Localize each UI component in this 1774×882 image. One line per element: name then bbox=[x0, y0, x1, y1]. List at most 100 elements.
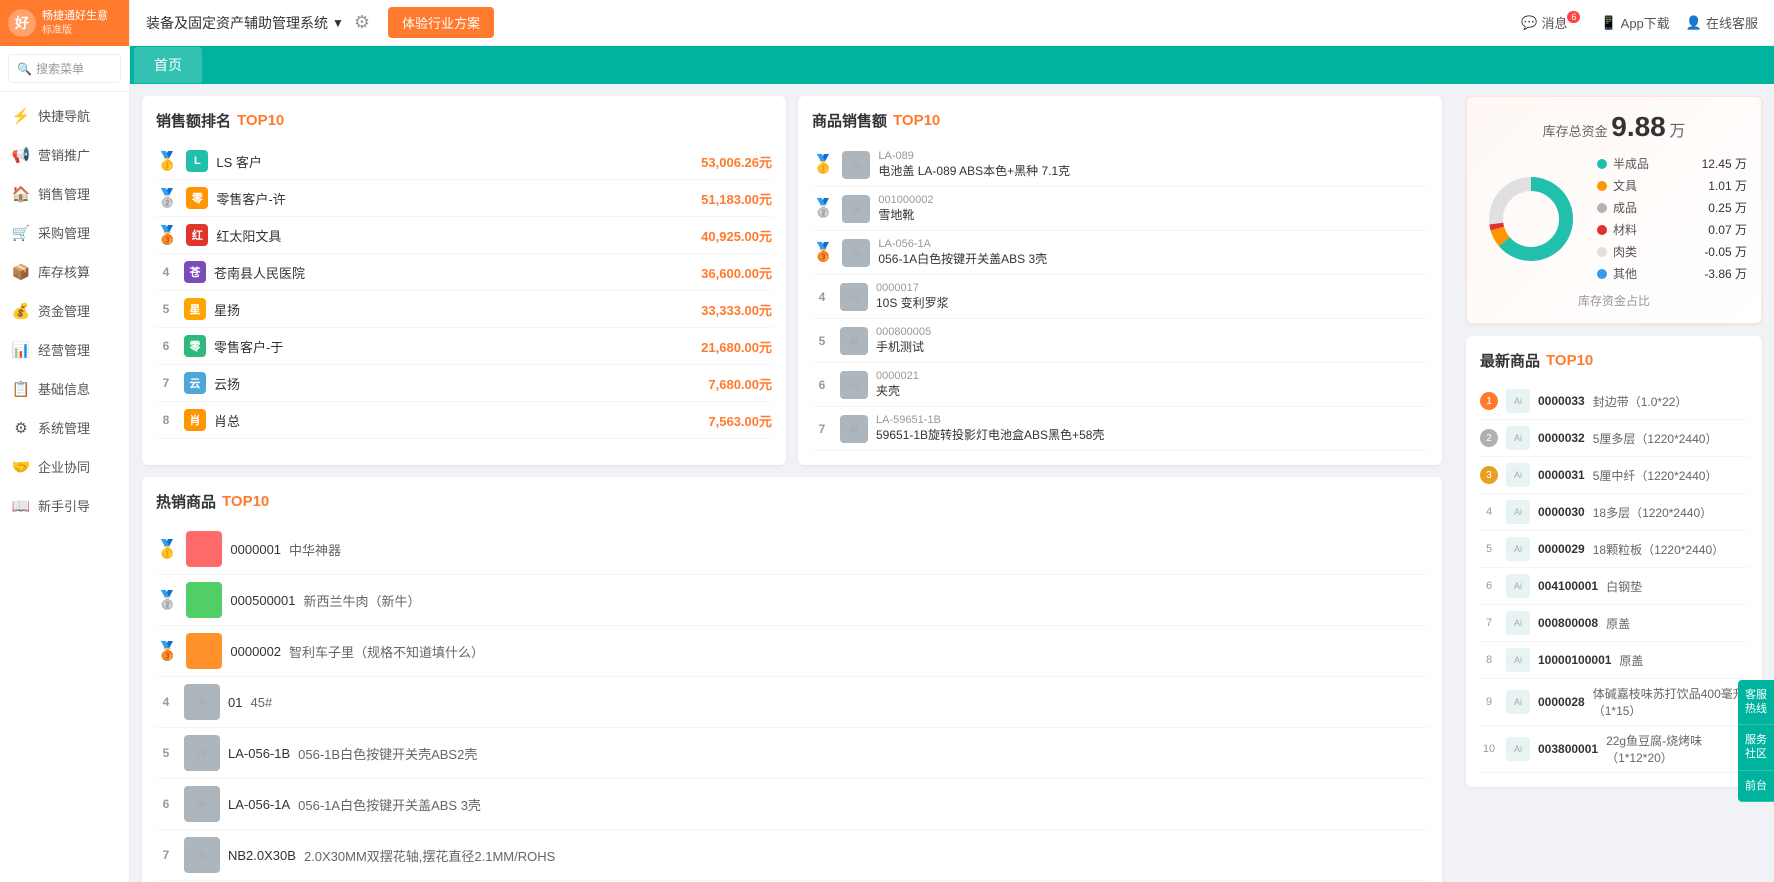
newest-row-10: 10 Ai 003800001 22g鱼豆腐-烧烤味（1*12*20） bbox=[1480, 726, 1748, 773]
app-download-item[interactable]: 📱 App下载 bbox=[1600, 13, 1669, 32]
hot-product-row-5: 5 Ai LA-056-1B 056-1B白色按键开关壳ABS2壳 bbox=[156, 728, 1428, 779]
newest-products-title: 最新商品 TOP10 bbox=[1480, 350, 1748, 371]
system-icon: ⚙ bbox=[12, 419, 30, 437]
customer-rank-row: 6 零 零售客户-于 21,680.00元 bbox=[156, 328, 772, 365]
content-area: 销售额排名 TOP10 🥇 L LS 客户 53,006.26元 🥈 bbox=[130, 84, 1774, 882]
product-thumb: Ai bbox=[842, 239, 870, 267]
newest-row-5: 5 Ai 0000029 18颗粒板（1220*2440） bbox=[1480, 531, 1748, 568]
sidebar-search-section: 🔍 搜索菜单 bbox=[0, 46, 129, 92]
product-sales-row: 4 Ai 0000017 10S 变利罗浆 bbox=[812, 275, 1428, 319]
customer-badge-2: 零 bbox=[186, 187, 208, 209]
newest-row-2: 2 Ai 0000032 5厘多层（1220*2440） bbox=[1480, 420, 1748, 457]
newest-row-7: 7 Ai 000800008 原盖 bbox=[1480, 605, 1748, 642]
newest-thumb-7: Ai bbox=[1506, 611, 1530, 635]
hot-product-row-7: 7 Ai NB2.0X30B 2.0X30MM双摆花轴,摆花直径2.1MM/RO… bbox=[156, 830, 1428, 881]
topbar-right: 💬 消息 6 📱 App下载 👤 在线客服 bbox=[1521, 13, 1758, 32]
legend-dot-finished bbox=[1597, 203, 1607, 213]
hot-product-row-1: 🥇 0000001 中华神器 bbox=[156, 524, 1428, 575]
product-sales-list: 🥇 Ai LA-089 电池盖 LA-089 ABS本色+黑种 7.1克 🥈 A… bbox=[812, 143, 1428, 451]
newest-row-9: 9 Ai 0000028 体碱嘉枝味苏打饮品400毫升（1*15） bbox=[1480, 679, 1748, 726]
sidebar-item-guide[interactable]: 📖 新手引导 bbox=[0, 486, 129, 525]
system-title-dropdown[interactable]: 装备及固定资产辅助管理系统 ▼ bbox=[146, 13, 344, 33]
product-thumb: Ai bbox=[840, 283, 868, 311]
product-thumb: Ai bbox=[842, 151, 870, 179]
product-medal-2: 🥈 bbox=[812, 198, 834, 219]
newest-row-8: 8 Ai 10000100001 原盖 bbox=[1480, 642, 1748, 679]
search-menu-button[interactable]: 🔍 搜索菜单 bbox=[8, 54, 121, 83]
tab-home[interactable]: 首页 bbox=[134, 47, 202, 83]
legend-dot-semifinished bbox=[1597, 159, 1607, 169]
customer-rank-list: 🥇 L LS 客户 53,006.26元 🥈 零 零售客户-许 51,183.0… bbox=[156, 143, 772, 439]
customer-rank-row: 🥇 L LS 客户 53,006.26元 bbox=[156, 143, 772, 180]
customer-rank-row: 4 苍 苍南县人民医院 36,600.00元 bbox=[156, 254, 772, 291]
newest-row-1: 1 Ai 0000033 封边带（1.0*22） bbox=[1480, 383, 1748, 420]
customer-ranking-title: 销售额排名 TOP10 bbox=[156, 110, 772, 131]
search-icon: 🔍 bbox=[17, 62, 32, 76]
legend-item-semifinished: 半成品 12.45 万 bbox=[1597, 155, 1747, 172]
newest-products-card: 最新商品 TOP10 1 Ai 0000033 封边带（1.0*22） 2 Ai… bbox=[1466, 336, 1762, 787]
main-area: 装备及固定资产辅助管理系统 ▼ ⚙ 体验行业方案 💬 消息 6 📱 App下载 … bbox=[130, 0, 1774, 882]
medal-3-icon: 🥉 bbox=[156, 225, 178, 246]
newest-thumb-3: Ai bbox=[1506, 463, 1530, 487]
medal-2-icon: 🥈 bbox=[156, 188, 178, 209]
legend-item-finished: 成品 0.25 万 bbox=[1597, 199, 1747, 216]
sidebar-item-purchase[interactable]: 🛒 采购管理 bbox=[0, 213, 129, 252]
hot-product-img-7: Ai bbox=[184, 837, 220, 873]
product-thumb: Ai bbox=[840, 371, 868, 399]
sidebar-item-operations[interactable]: 📊 经营管理 bbox=[0, 330, 129, 369]
customer-rank-row: 8 肖 肖总 7,563.00元 bbox=[156, 402, 772, 439]
customer-rank-row: 7 云 云扬 7,680.00元 bbox=[156, 365, 772, 402]
product-thumb: Ai bbox=[842, 195, 870, 223]
customer-ranking-card: 销售额排名 TOP10 🥇 L LS 客户 53,006.26元 🥈 bbox=[142, 96, 786, 465]
product-sales-row: 7 Ai LA-59651-1B 59651-1B旋转投影灯电池盒ABS黑色+5… bbox=[812, 407, 1428, 451]
topbar: 装备及固定资产辅助管理系统 ▼ ⚙ 体验行业方案 💬 消息 6 📱 App下载 … bbox=[130, 0, 1774, 46]
newest-thumb-1: Ai bbox=[1506, 389, 1530, 413]
inventory-footer: 库存资金占比 bbox=[1481, 292, 1747, 309]
service-community-btn[interactable]: 服务社区 bbox=[1738, 725, 1774, 771]
customer-badge-1: L bbox=[186, 150, 208, 172]
sidebar-item-inventory[interactable]: 📦 库存核算 bbox=[0, 252, 129, 291]
newest-thumb-6: Ai bbox=[1506, 574, 1530, 598]
hot-medal-2: 🥈 bbox=[156, 590, 178, 611]
hot-products-card: 热销商品 TOP10 🥇 0000001 中华神器 🥈 000500001 新 bbox=[142, 477, 1442, 882]
notification-item[interactable]: 💬 消息 6 bbox=[1521, 13, 1584, 32]
settings-icon[interactable]: ⚙ bbox=[354, 12, 370, 33]
sidebar-item-marketing[interactable]: 📢 营销推广 bbox=[0, 135, 129, 174]
product-sales-card: 商品销售额 TOP10 🥇 Ai LA-089 电池盖 LA-089 ABS本色… bbox=[798, 96, 1442, 465]
sidebar-item-sales[interactable]: 🏠 销售管理 bbox=[0, 174, 129, 213]
product-sales-title: 商品销售额 TOP10 bbox=[812, 110, 1428, 131]
inventory-total: 库存总资金 9.88 万 bbox=[1481, 111, 1747, 143]
sidebar-item-system[interactable]: ⚙ 系统管理 bbox=[0, 408, 129, 447]
legend-dot-stationery bbox=[1597, 181, 1607, 191]
sidebar-item-company[interactable]: 🤝 企业协同 bbox=[0, 447, 129, 486]
product-sales-row: 5 Ai 000800005 手机测试 bbox=[812, 319, 1428, 363]
hot-product-row-6: 6 Ai LA-056-1A 056-1A白色按键开关盖ABS 3壳 bbox=[156, 779, 1428, 830]
finance-icon: 💰 bbox=[12, 302, 30, 320]
legend-dot-material bbox=[1597, 225, 1607, 235]
hot-product-img-2 bbox=[186, 582, 222, 618]
customer-service-btn[interactable]: 客服热线 bbox=[1738, 680, 1774, 726]
product-medal-3: 🥉 bbox=[812, 242, 834, 263]
online-service-item[interactable]: 👤 在线客服 bbox=[1686, 13, 1758, 32]
notification-icon: 💬 bbox=[1521, 15, 1537, 31]
rankings-row: 销售额排名 TOP10 🥇 L LS 客户 53,006.26元 🥈 bbox=[142, 96, 1442, 465]
experience-btn[interactable]: 体验行业方案 bbox=[388, 7, 494, 38]
customer-badge-6: 零 bbox=[184, 335, 206, 357]
hot-products-title: 热销商品 TOP10 bbox=[156, 491, 1428, 512]
customer-badge-4: 苍 bbox=[184, 261, 206, 283]
newest-thumb-9: Ai bbox=[1506, 690, 1530, 714]
product-medal-1: 🥇 bbox=[812, 154, 834, 175]
hot-product-img-3 bbox=[186, 633, 222, 669]
sidebar-item-finance[interactable]: 💰 资金管理 bbox=[0, 291, 129, 330]
inventory-card: 库存总资金 9.88 万 bbox=[1466, 96, 1762, 324]
notification-badge: 6 bbox=[1567, 11, 1580, 23]
sidebar-item-quick-nav[interactable]: ⚡ 快捷导航 bbox=[0, 96, 129, 135]
sidebar-item-basic[interactable]: 📋 基础信息 bbox=[0, 369, 129, 408]
purchase-icon: 🛒 bbox=[12, 224, 30, 242]
newest-thumb-5: Ai bbox=[1506, 537, 1530, 561]
product-sales-row: 6 Ai 0000021 夹壳 bbox=[812, 363, 1428, 407]
inventory-donut-chart bbox=[1481, 169, 1581, 269]
service-icon: 👤 bbox=[1686, 15, 1702, 31]
front-desk-btn[interactable]: 前台 bbox=[1738, 771, 1774, 802]
company-icon: 🤝 bbox=[12, 458, 30, 476]
